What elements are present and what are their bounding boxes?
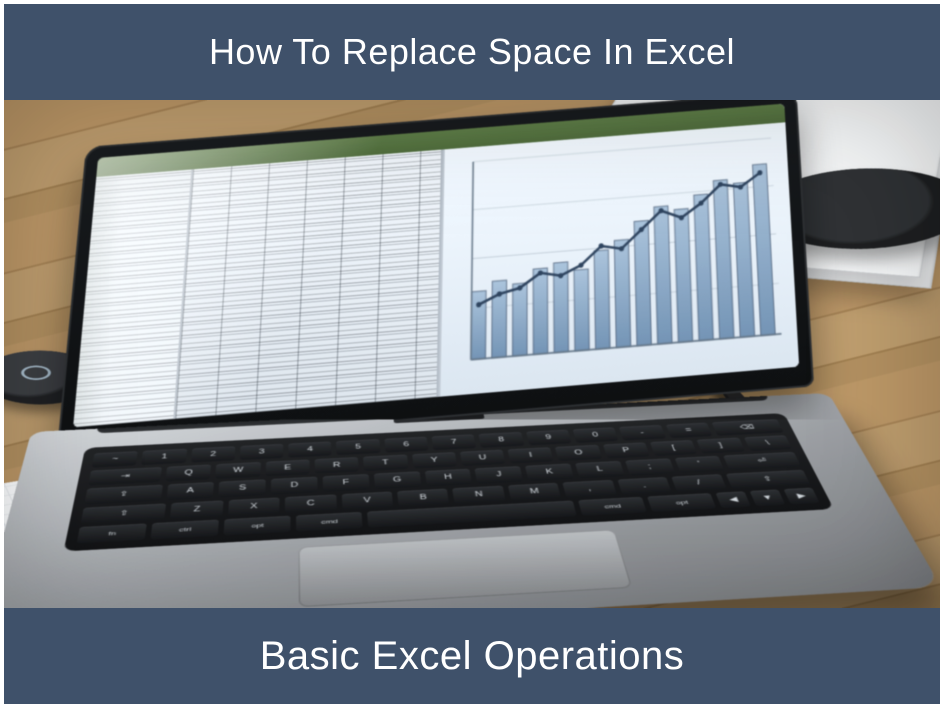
key: ⇧ bbox=[81, 503, 167, 523]
excel-workspace bbox=[73, 122, 799, 427]
key: T bbox=[363, 455, 408, 472]
excel-ribbon bbox=[96, 104, 785, 177]
key: 7 bbox=[432, 434, 477, 450]
spreadsheet-pane-left bbox=[73, 169, 194, 427]
key: 2 bbox=[191, 446, 236, 462]
key: ▶ bbox=[784, 488, 820, 505]
key: fn bbox=[77, 523, 147, 543]
key: A bbox=[166, 482, 214, 500]
key: F bbox=[323, 474, 370, 491]
screen-glare bbox=[73, 104, 799, 428]
key: ~ bbox=[92, 451, 138, 467]
laptop-lid bbox=[57, 100, 814, 450]
page-title: How To Replace Space In Excel bbox=[209, 31, 735, 73]
key: N bbox=[453, 485, 506, 503]
key: [ bbox=[650, 440, 698, 456]
key: I bbox=[508, 447, 554, 463]
key: 5 bbox=[336, 439, 380, 455]
key: V bbox=[341, 491, 393, 509]
key: U bbox=[460, 450, 506, 466]
key: Z bbox=[170, 500, 223, 518]
key: ; bbox=[625, 459, 675, 476]
laptop: ~1234567890-=⌫ ⇥QWERTYUIOP[]\ ⇪ASDFGHJKL;'… bbox=[58, 100, 818, 608]
key: cmd bbox=[578, 497, 647, 516]
key: ⇥ bbox=[88, 467, 162, 485]
key: C bbox=[285, 494, 336, 512]
key: 1 bbox=[141, 449, 187, 465]
key: Q bbox=[166, 465, 212, 482]
tutorial-card: How To Replace Space In Excel bbox=[0, 0, 944, 708]
key: ▼ bbox=[750, 489, 786, 506]
key: 3 bbox=[240, 444, 284, 460]
header-band: How To Replace Space In Excel bbox=[4, 4, 940, 100]
key: M bbox=[508, 483, 562, 501]
keyboard: ~1234567890-=⌫ ⇥QWERTYUIOP[]\ ⇪ASDFGHJKL;'… bbox=[64, 413, 834, 551]
key: 9 bbox=[526, 430, 572, 446]
key: . bbox=[617, 477, 672, 495]
key: ⌫ bbox=[711, 419, 783, 436]
bar-line-chart bbox=[460, 130, 788, 380]
key: R bbox=[315, 457, 359, 474]
key: \ bbox=[744, 435, 793, 451]
chart-pane bbox=[438, 122, 799, 397]
key: B bbox=[397, 488, 449, 506]
key: opt bbox=[647, 493, 717, 512]
trackpad bbox=[298, 530, 632, 607]
key: O bbox=[555, 445, 602, 461]
laptop-screen bbox=[73, 104, 799, 428]
key: 0 bbox=[573, 427, 619, 443]
key: ' bbox=[674, 456, 724, 473]
key: / bbox=[671, 474, 726, 492]
key: J bbox=[475, 466, 523, 483]
key: K bbox=[525, 464, 574, 481]
key: H bbox=[424, 469, 472, 486]
key: E bbox=[265, 460, 309, 477]
key: ⇪ bbox=[84, 485, 162, 504]
spreadsheet-pane-main bbox=[176, 150, 443, 419]
key: Y bbox=[412, 452, 457, 469]
key: 6 bbox=[384, 437, 428, 453]
key: , bbox=[563, 480, 617, 498]
category-label: Basic Excel Operations bbox=[260, 634, 685, 679]
key: = bbox=[665, 423, 712, 439]
key: P bbox=[603, 443, 650, 459]
key: S bbox=[219, 480, 266, 498]
key: ⇧ bbox=[725, 470, 810, 489]
key: ◀ bbox=[716, 491, 751, 508]
key: ctrl bbox=[150, 519, 219, 539]
footer-band: Basic Excel Operations bbox=[4, 608, 940, 704]
key: ] bbox=[697, 438, 745, 454]
key: D bbox=[271, 477, 318, 494]
key: ⏎ bbox=[724, 452, 801, 470]
key: cmd bbox=[296, 512, 363, 532]
key: L bbox=[575, 461, 624, 478]
key: - bbox=[619, 425, 666, 441]
key: G bbox=[374, 472, 421, 489]
key: opt bbox=[224, 516, 291, 536]
key: W bbox=[216, 462, 261, 479]
hero-scene: ~1234567890-=⌫ ⇥QWERTYUIOP[]\ ⇪ASDFGHJKL;'… bbox=[4, 100, 940, 608]
laptop-base: ~1234567890-=⌫ ⇥QWERTYUIOP[]\ ⇪ASDFGHJKL;'… bbox=[4, 393, 940, 608]
key: 8 bbox=[479, 432, 524, 448]
screen-bezel bbox=[57, 100, 814, 450]
key: X bbox=[228, 497, 280, 515]
key: 4 bbox=[289, 442, 332, 458]
